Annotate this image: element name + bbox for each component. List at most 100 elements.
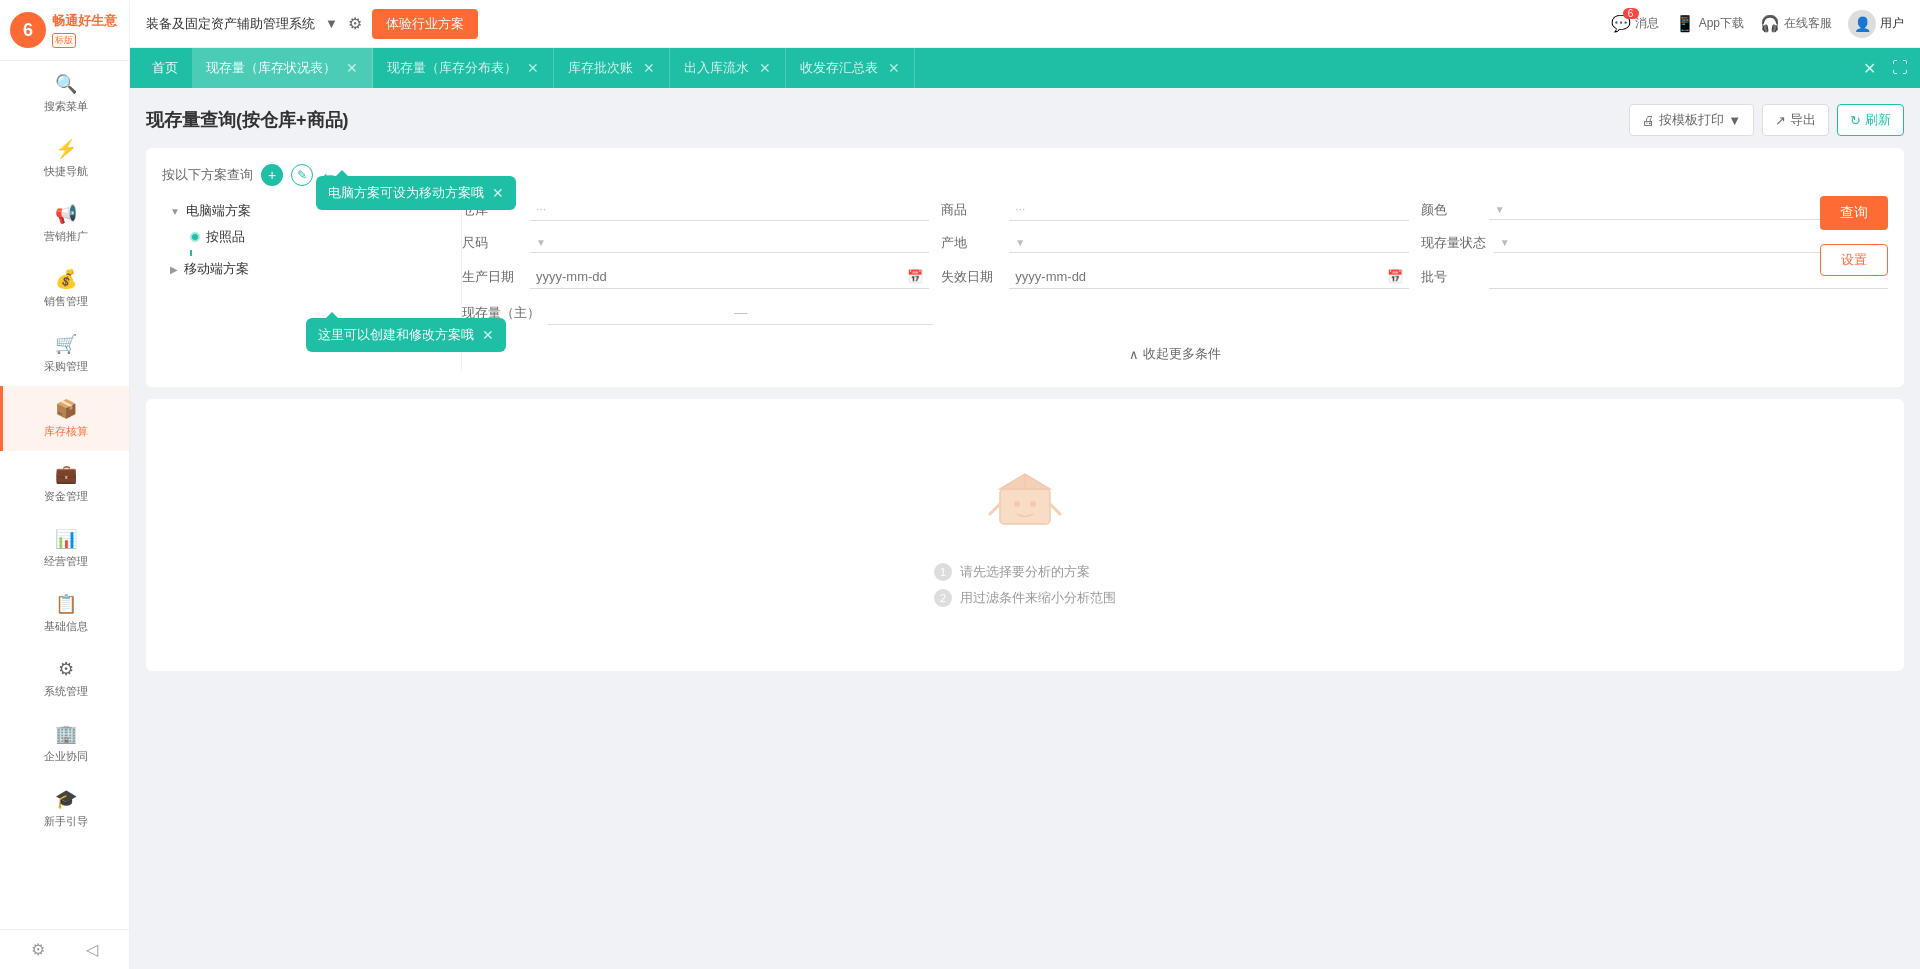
stock-main-to[interactable] (755, 305, 927, 320)
sidebar-item-basic[interactable]: 📋 基础信息 (0, 581, 129, 646)
tab-inventory-dist-close[interactable]: ✕ (527, 60, 539, 76)
export-icon: ↗ (1775, 113, 1786, 128)
settings-bottom-icon[interactable]: ⚙ (31, 940, 45, 959)
refresh-btn[interactable]: ↻ 刷新 (1837, 104, 1904, 136)
tab-bar-right: ✕ ⛶ (1859, 55, 1912, 82)
search-btn[interactable]: 查询 (1820, 196, 1888, 230)
stock-main-range: — (548, 301, 933, 325)
export-btn[interactable]: ↗ 导出 (1762, 104, 1829, 136)
size-select-wrapper[interactable]: ▼ (530, 233, 929, 253)
filter-row-2: 尺码 ▼ 产地 ▼ 现存量状态 (462, 233, 1888, 253)
tab-in-out-flow[interactable]: 出入库流水 ✕ (670, 48, 786, 88)
user-group[interactable]: 👤 用户 (1848, 10, 1904, 38)
message-group[interactable]: 💬 6 消息 (1611, 14, 1659, 33)
basic-icon: 📋 (55, 593, 77, 615)
origin-label: 产地 (941, 234, 1001, 252)
operation-label: 经营管理 (44, 554, 88, 569)
edit-tooltip-text: 这里可以创建和修改方案哦 (318, 326, 474, 344)
produce-date-calendar-icon[interactable]: 📅 (907, 269, 923, 284)
tab-maximize-icon[interactable]: ⛶ (1888, 55, 1912, 81)
tab-inventory-status-close[interactable]: ✕ (346, 60, 358, 76)
goods-more[interactable]: ··· (1015, 202, 1025, 216)
goods-label: 商品 (941, 201, 1001, 219)
scheme-tooltip: 电脑方案可设为移动方案哦 ✕ (316, 176, 516, 210)
sidebar-item-search-menu[interactable]: 🔍 搜索菜单 (0, 61, 129, 126)
collapse-btn[interactable]: ∧ 收起更多条件 (1129, 345, 1221, 363)
warehouse-select-wrapper[interactable]: ··· (530, 198, 929, 221)
message-label: 消息 (1635, 15, 1659, 32)
stock-main-from[interactable] (554, 305, 726, 320)
sidebar: 6 畅通好生意 标版 🔍 搜索菜单 ⚡ 快捷导航 📢 营销推广 💰 销售管理 🛒… (0, 0, 130, 969)
sidebar-item-enterprise[interactable]: 🏢 企业协同 (0, 711, 129, 776)
scheme-list-container: ▼ 电脑端方案 按照品 ▶ 移动端方案 (162, 198, 462, 371)
produce-date-input[interactable] (536, 269, 907, 284)
brand-name: 畅通好生意 (52, 12, 117, 30)
sidebar-logo: 6 畅通好生意 标版 (0, 0, 129, 61)
main-content: 现存量查询(按仓库+商品) 🖨 按模板打印 ▼ ↗ 导出 ↻ 刷新 (130, 88, 1920, 969)
tab-batch-account-label: 库存批次账 (568, 59, 633, 77)
stock-status-field: 现存量状态 ▼ (1421, 233, 1888, 253)
industry-btn[interactable]: 体验行业方案 (372, 9, 478, 39)
scheme-mobile-group[interactable]: ▶ 移动端方案 (162, 256, 445, 282)
scheme-default-item[interactable]: 按照品 (182, 224, 445, 250)
sidebar-item-purchase[interactable]: 🛒 采购管理 (0, 321, 129, 386)
page-actions: 🖨 按模板打印 ▼ ↗ 导出 ↻ 刷新 (1629, 104, 1904, 136)
scheme-computer-items: 按照品 (182, 224, 445, 250)
tree-mobile-arrow-icon: ▶ (170, 264, 178, 275)
app-download-icon: 📱 (1675, 14, 1695, 33)
tab-in-out-flow-label: 出入库流水 (684, 59, 749, 77)
tab-close-all-icon[interactable]: ✕ (1859, 55, 1880, 82)
sidebar-item-finance[interactable]: 💼 资金管理 (0, 451, 129, 516)
tab-home-label: 首页 (152, 60, 178, 75)
basic-label: 基础信息 (44, 619, 88, 634)
expire-date-calendar-icon[interactable]: 📅 (1387, 269, 1403, 284)
tab-recv-summary[interactable]: 收发存汇总表 ✕ (786, 48, 915, 88)
tab-batch-account[interactable]: 库存批次账 ✕ (554, 48, 670, 88)
scheme-default-label: 按照品 (206, 228, 245, 246)
edit-tooltip: 这里可以创建和修改方案哦 ✕ (306, 318, 506, 352)
finance-icon: 💼 (55, 463, 77, 485)
goods-select-wrapper[interactable]: ··· (1009, 198, 1408, 221)
warehouse-more[interactable]: ··· (536, 202, 546, 216)
scheme-tooltip-close[interactable]: ✕ (492, 185, 504, 201)
sidebar-item-guide[interactable]: 🎓 新手引导 (0, 776, 129, 841)
sidebar-item-sales[interactable]: 💰 销售管理 (0, 256, 129, 321)
print-btn[interactable]: 🖨 按模板打印 ▼ (1629, 104, 1754, 136)
filter-add-btn[interactable]: + (261, 164, 283, 186)
finance-label: 资金管理 (44, 489, 88, 504)
step-2-num: 2 (934, 589, 952, 607)
tab-recv-summary-close[interactable]: ✕ (888, 60, 900, 76)
tab-inventory-status[interactable]: 现存量（库存状况表） ✕ (192, 48, 373, 88)
sidebar-item-quick-nav[interactable]: ⚡ 快捷导航 (0, 126, 129, 191)
stock-status-label: 现存量状态 (1421, 234, 1486, 252)
sidebar-item-operation[interactable]: 📊 经营管理 (0, 516, 129, 581)
origin-select-wrapper[interactable]: ▼ (1009, 233, 1408, 253)
guide-icon: 🎓 (55, 788, 77, 810)
stock-status-dropdown-icon: ▼ (1500, 237, 1510, 248)
system-dropdown[interactable]: ▼ (325, 16, 338, 31)
online-support-group[interactable]: 🎧 在线客服 (1760, 14, 1832, 33)
tab-inventory-dist[interactable]: 现存量（库存分布表） ✕ (373, 48, 554, 88)
sidebar-item-system[interactable]: ⚙ 系统管理 (0, 646, 129, 711)
collapse-sidebar-icon[interactable]: ◁ (86, 940, 98, 959)
inventory-label: 库存核算 (44, 424, 88, 439)
app-download-group[interactable]: 📱 App下载 (1675, 14, 1744, 33)
header-right: 💬 6 消息 📱 App下载 🎧 在线客服 👤 用户 (1611, 10, 1904, 38)
print-icon: 🖨 (1642, 113, 1655, 128)
reset-btn[interactable]: 设置 (1820, 244, 1888, 276)
batch-label: 批号 (1421, 268, 1481, 286)
stock-main-field: 现存量（主） — (462, 301, 933, 325)
system-label: 系统管理 (44, 684, 88, 699)
tab-in-out-flow-close[interactable]: ✕ (759, 60, 771, 76)
sidebar-item-marketing[interactable]: 📢 营销推广 (0, 191, 129, 256)
expire-date-input[interactable] (1015, 269, 1386, 284)
filter-edit-btn[interactable]: ✎ (291, 164, 313, 186)
produce-date-wrapper: 📅 (530, 265, 929, 289)
tab-batch-account-close[interactable]: ✕ (643, 60, 655, 76)
scheme-mobile-label: 移动端方案 (184, 260, 249, 278)
header-settings-icon[interactable]: ⚙ (348, 14, 362, 33)
sidebar-item-inventory[interactable]: 📦 库存核算 (0, 386, 129, 451)
edit-tooltip-close[interactable]: ✕ (482, 327, 494, 343)
scheme-tooltip-text: 电脑方案可设为移动方案哦 (328, 184, 484, 202)
tab-home[interactable]: 首页 (138, 59, 192, 77)
